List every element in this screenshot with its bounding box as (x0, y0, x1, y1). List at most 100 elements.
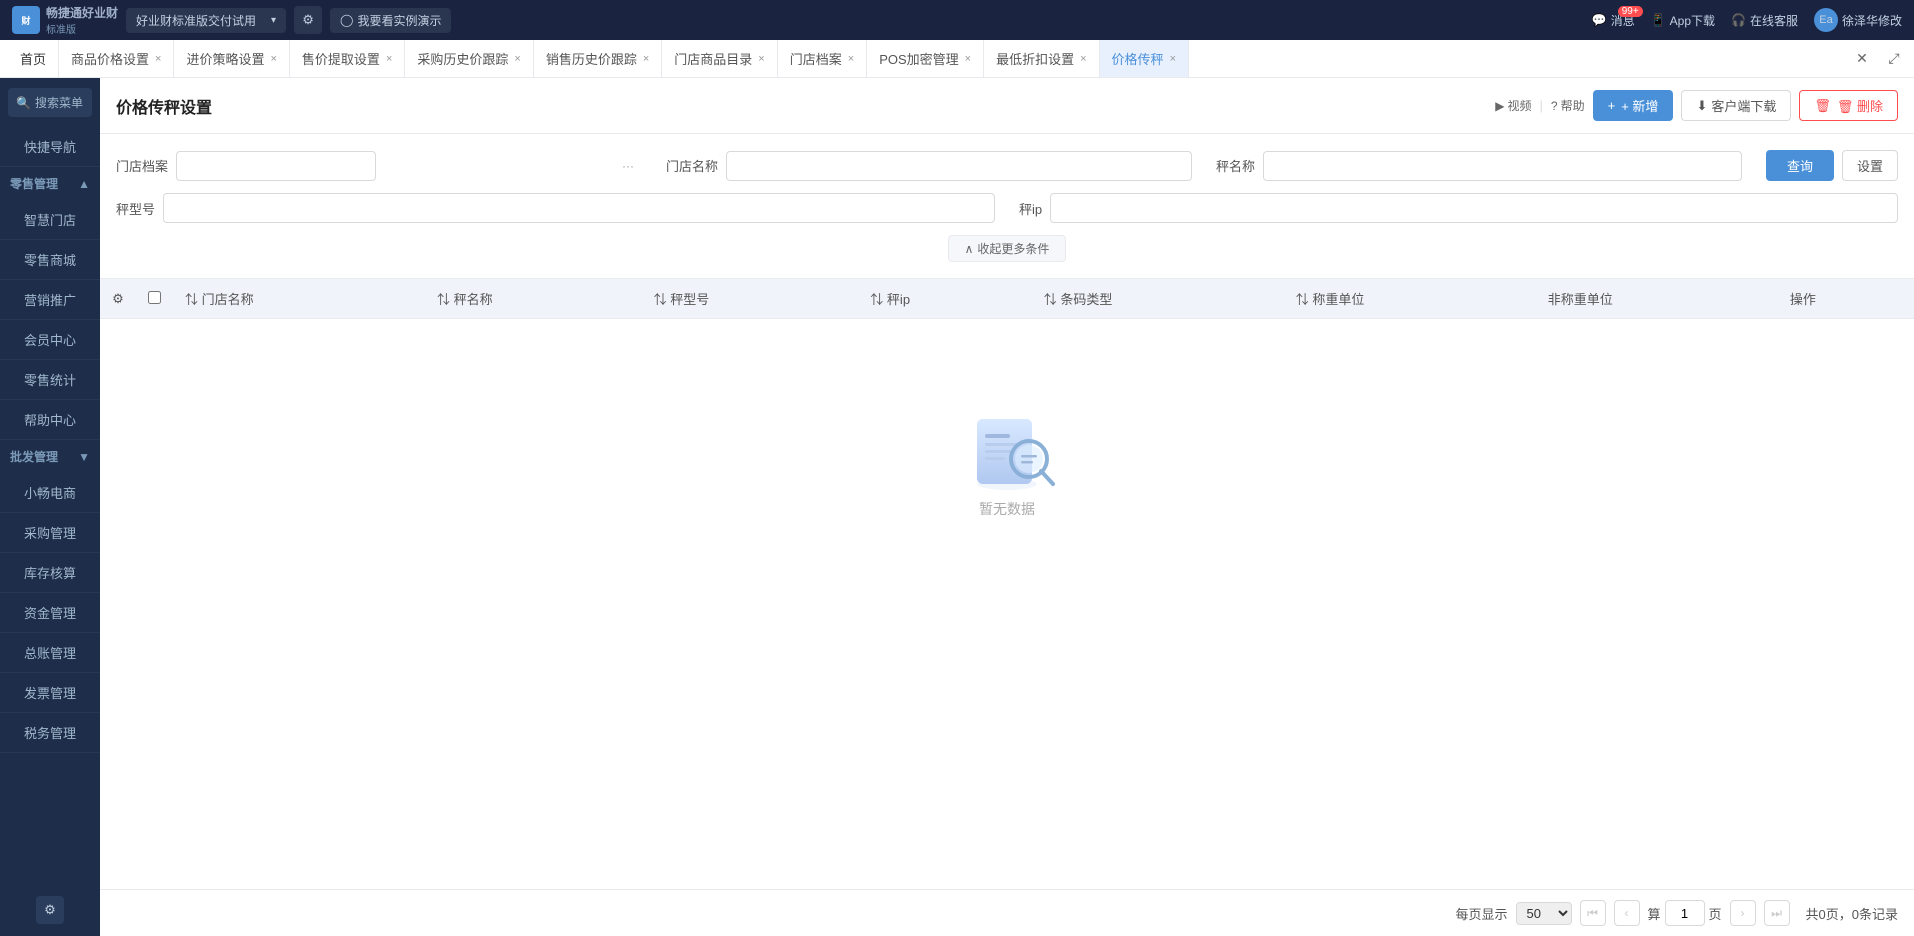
tab-price-setting[interactable]: 商品价格设置 × (59, 40, 174, 78)
sidebar-item-label: 零售统计 (24, 370, 76, 389)
sidebar-item-smart-store[interactable]: 智慧门店 (0, 200, 100, 240)
sidebar-item-marketing[interactable]: 营销推广 (0, 280, 100, 320)
tab-purchase-strategy[interactable]: 进价策略设置 × (174, 40, 289, 78)
sidebar-quick-nav-label: 快捷导航 (24, 137, 76, 156)
th-settings[interactable]: ⚙ (100, 279, 136, 319)
filter-scale-ip: 秤ip (1019, 193, 1898, 223)
tab-sale-price[interactable]: 售价提取设置 × (290, 40, 405, 78)
page-title: 价格传秤设置 (116, 94, 212, 118)
help-link[interactable]: ? 帮助 (1551, 97, 1585, 114)
tab-store-catalog[interactable]: 门店商品目录 × (662, 40, 777, 78)
tab-home[interactable]: 首页 (8, 40, 59, 78)
sidebar-item-member[interactable]: 会员中心 (0, 320, 100, 360)
video-link[interactable]: ▶ 视频 (1495, 97, 1531, 114)
query-button[interactable]: 查询 (1766, 150, 1834, 181)
sidebar-item-retail-mall[interactable]: 零售商城 (0, 240, 100, 280)
maximize-button[interactable]: ⤢ (1882, 47, 1906, 71)
close-icon[interactable]: × (270, 53, 276, 65)
tab-pos-manage[interactable]: POS加密管理 × (867, 40, 984, 78)
sidebar-item-general-ledger[interactable]: 总账管理 (0, 633, 100, 673)
scale-ip-input[interactable] (1050, 193, 1898, 223)
th-non-weight-unit: 非称重单位 (1536, 279, 1778, 319)
collapse-button[interactable]: ∧ 收起更多条件 (948, 235, 1067, 262)
store-profile-input[interactable] (176, 151, 376, 181)
tab-store-catalog-label: 门店商品目录 (674, 49, 752, 68)
sidebar-item-inventory[interactable]: 库存核算 (0, 553, 100, 593)
message-badge: 99+ (1618, 6, 1643, 17)
close-icon[interactable]: × (965, 53, 971, 65)
sidebar-item-label: 智慧门店 (24, 210, 76, 229)
play-icon: ▶ (1495, 99, 1504, 113)
app-download-button[interactable]: 📱 App下载 (1651, 12, 1715, 29)
set-button[interactable]: 设置 (1842, 150, 1898, 181)
sidebar-item-finance[interactable]: 资金管理 (0, 593, 100, 633)
th-barcode-type: ⇅ 条码类型 (1032, 279, 1284, 319)
close-icon[interactable]: × (514, 53, 520, 65)
close-icon[interactable]: × (386, 53, 392, 65)
user-menu-button[interactable]: Ea 徐泽华修改 (1814, 8, 1902, 32)
store-name-input[interactable] (726, 151, 1192, 181)
ellipsis-icon: ··· (622, 159, 634, 173)
close-icon[interactable]: × (1080, 53, 1086, 65)
sort-icon[interactable]: ⇅ (870, 292, 883, 307)
sidebar-item-label: 资金管理 (24, 603, 76, 622)
prev-page-button[interactable]: ‹ (1614, 900, 1640, 926)
query-action-area: 查询 设置 (1766, 150, 1898, 181)
sort-icon[interactable]: ⇅ (437, 292, 450, 307)
sidebar-item-retail-stats[interactable]: 零售统计 (0, 360, 100, 400)
sort-icon[interactable]: ⇅ (1044, 292, 1057, 307)
page-suffix: 页 (1709, 904, 1722, 923)
page-number-input[interactable] (1665, 900, 1705, 926)
online-service-button[interactable]: 🎧 在线客服 (1731, 12, 1798, 29)
store-name-label: 门店名称 (666, 156, 718, 175)
sidebar-settings-button[interactable]: ⚙ (36, 896, 64, 924)
close-icon[interactable]: × (848, 53, 854, 65)
sidebar-item-label: 会员中心 (24, 330, 76, 349)
tab-min-discount[interactable]: 最低折扣设置 × (984, 40, 1099, 78)
tab-store-profile-label: 门店档案 (790, 49, 842, 68)
filter-store-name: 门店名称 (666, 151, 1192, 181)
sidebar-item-xiaochange[interactable]: 小畅电商 (0, 473, 100, 513)
settings-button[interactable]: ⚙ (294, 6, 322, 34)
sort-icon[interactable]: ⇅ (1296, 292, 1309, 307)
sort-icon[interactable]: ⇅ (185, 292, 198, 307)
close-icon[interactable]: × (758, 53, 764, 65)
next-page-button[interactable]: › (1730, 900, 1756, 926)
close-all-tabs-button[interactable]: ✕ (1850, 47, 1874, 71)
data-table: ⚙ ⇅ 门店名称 ⇅ 秤名称 ⇅ 秤型号 ⇅ 秤ip ⇅ 条码类型 ⇅ 称重单位… (100, 279, 1914, 319)
select-all-checkbox[interactable] (148, 291, 161, 304)
demo-button[interactable]: ◯ 我要看实例演示 (330, 8, 451, 33)
sidebar-item-invoice[interactable]: 发票管理 (0, 673, 100, 713)
sidebar-item-tax[interactable]: 税务管理 (0, 713, 100, 753)
sidebar-item-label: 营销推广 (24, 290, 76, 309)
sort-icon[interactable]: ⇅ (654, 292, 667, 307)
scale-name-input[interactable] (1263, 151, 1742, 181)
add-button[interactable]: + + 新增 (1593, 90, 1674, 121)
demo-icon: ◯ (340, 13, 353, 27)
scale-model-input[interactable] (163, 193, 995, 223)
divider: | (1540, 98, 1543, 113)
search-menu-button[interactable]: 🔍 搜索菜单 (8, 88, 92, 117)
tab-store-profile[interactable]: 门店档案 × (778, 40, 867, 78)
delete-button[interactable]: 🗑 🗑 删除 (1799, 90, 1898, 121)
sidebar-item-purchase-mgr[interactable]: 采购管理 (0, 513, 100, 553)
download-button[interactable]: ⬇ 客户端下载 (1681, 90, 1791, 121)
tab-purchase-history-label: 采购历史价跟踪 (417, 49, 508, 68)
th-scale-name: ⇅ 秤名称 (425, 279, 642, 319)
tab-sale-history[interactable]: 销售历史价跟踪 × (534, 40, 662, 78)
version-select[interactable]: 好业财标准版交付试用 ▾ (126, 8, 286, 33)
close-icon[interactable]: × (155, 53, 161, 65)
search-menu-label: 搜索菜单 (35, 94, 83, 111)
store-profile-label: 门店档案 (116, 156, 168, 175)
close-icon[interactable]: × (1170, 53, 1176, 65)
first-page-button[interactable]: ⏮ (1580, 900, 1606, 926)
sidebar-item-quick-nav[interactable]: 快捷导航 (0, 127, 100, 167)
tab-price-scale[interactable]: 价格传秤 × (1100, 40, 1189, 78)
per-page-select[interactable]: 10 20 50 100 (1516, 902, 1572, 925)
sidebar-item-label: 帮助中心 (24, 410, 76, 429)
tab-purchase-history[interactable]: 采购历史价跟踪 × (405, 40, 533, 78)
message-button[interactable]: 💬 消息 99+ (1592, 12, 1635, 29)
last-page-button[interactable]: ⏭ (1764, 900, 1790, 926)
close-icon[interactable]: × (643, 53, 649, 65)
sidebar-item-help-center[interactable]: 帮助中心 (0, 400, 100, 440)
